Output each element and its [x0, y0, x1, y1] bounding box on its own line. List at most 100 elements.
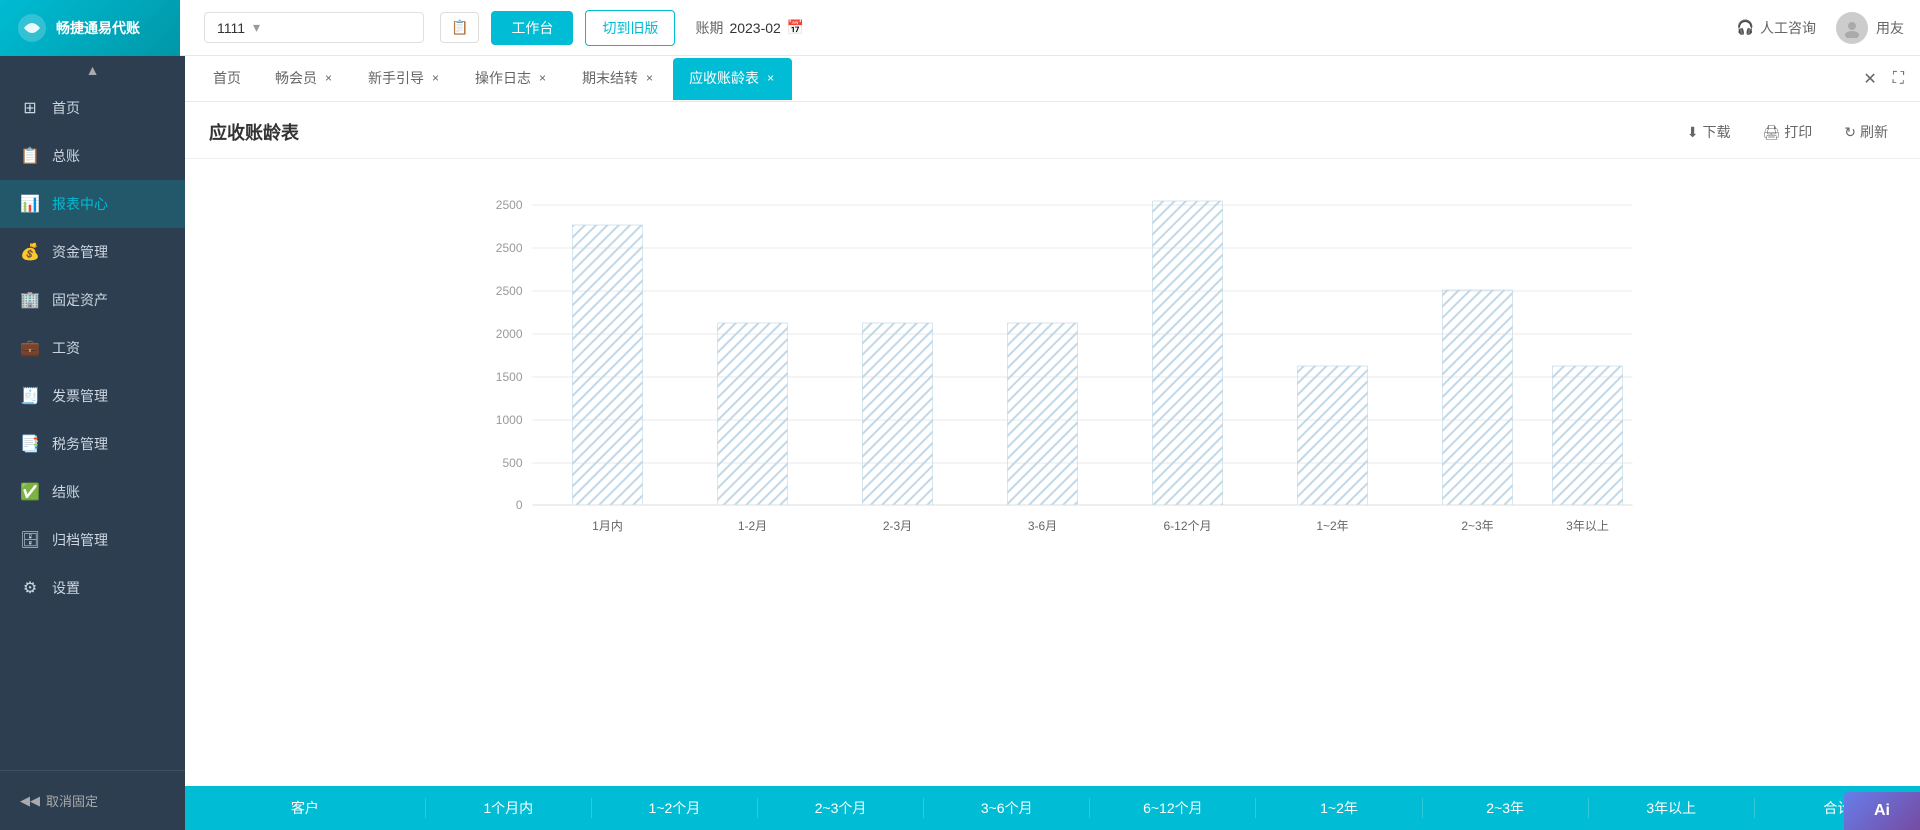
table-header-col-1: 1个月内 [426, 798, 592, 818]
archive-icon: 📋 [451, 19, 468, 36]
sidebar-item-home[interactable]: ⊞ 首页 [0, 84, 185, 132]
table-header-col-3: 2~3个月 [758, 798, 924, 818]
sidebar-label-settings: 设置 [52, 578, 80, 598]
table-header-col-6: 1~2年 [1256, 798, 1422, 818]
svg-text:2~3年: 2~3年 [1461, 519, 1493, 533]
sidebar-icon-archive: 🗄 [20, 530, 40, 550]
period-label: 账期 [695, 18, 723, 38]
svg-text:3年以上: 3年以上 [1566, 519, 1609, 533]
tab-oplog[interactable]: 操作日志× [459, 58, 564, 100]
table-header-col-2: 1~2个月 [592, 798, 758, 818]
old-version-button[interactable]: 切到旧版 [585, 10, 675, 46]
tabs-container: 首页畅会员×新手引导×操作日志×期末结转×应收账龄表× [197, 58, 1857, 100]
refresh-button[interactable]: ↻ 刷新 [1836, 118, 1896, 146]
table-header-col-5: 6~12个月 [1090, 798, 1256, 818]
sidebar-icon-funds: 💰 [20, 242, 40, 262]
svg-text:500: 500 [502, 456, 522, 470]
tab-label-member: 畅会员 [275, 68, 317, 88]
bar-2 [718, 323, 788, 505]
scroll-up-btn[interactable]: ▲ [0, 56, 185, 84]
avatar [1836, 12, 1868, 44]
download-button[interactable]: ⬇ 下载 [1679, 118, 1739, 146]
tab-guide[interactable]: 新手引导× [352, 58, 457, 100]
sidebar-item-assets[interactable]: 🏢固定资产 [0, 276, 185, 324]
bar-1 [573, 225, 643, 505]
download-icon: ⬇ [1687, 124, 1699, 141]
page-actions: ⬇ 下载 🖨 打印 ↻ 刷新 [1679, 118, 1896, 146]
bar-4 [1008, 323, 1078, 505]
tab-close-member[interactable]: × [323, 69, 334, 87]
unpin-label: 取消固定 [46, 791, 98, 810]
close-tab-button[interactable]: ✕ [1859, 65, 1880, 93]
sidebar-item-settings[interactable]: ⚙设置 [0, 564, 185, 612]
tab-closing[interactable]: 期末结转× [566, 58, 671, 100]
tab-close-aging[interactable]: × [765, 69, 776, 87]
sidebar: ▲ ⊞首页📋总账📊报表中心💰资金管理🏢固定资产💼工资🧾发票管理📑税务管理✅结账🗄… [0, 56, 185, 830]
tab-close-oplog[interactable]: × [537, 69, 548, 87]
sidebar-item-payroll[interactable]: 💼 工资 [0, 324, 185, 372]
sidebar-item-archive[interactable]: 🗄归档管理 [0, 516, 185, 564]
logo-icon [16, 12, 48, 44]
sidebar-label-payroll: 工资 [52, 338, 80, 358]
tab-home[interactable]: 首页 [197, 58, 257, 100]
sidebar-label-home: 首页 [52, 98, 80, 118]
page-title: 应收账龄表 [209, 119, 299, 145]
tab-actions: ✕ ⛶ [1859, 65, 1908, 93]
sidebar-item-tax[interactable]: 📑税务管理 [0, 420, 185, 468]
tab-label-aging: 应收账龄表 [689, 68, 759, 88]
headset-icon: 🎧 [1737, 19, 1754, 36]
sidebar-icon-payroll: 💼 [20, 338, 40, 358]
bar-3 [863, 323, 933, 505]
sidebar-icon-reports: 📊 [20, 194, 40, 214]
svg-text:2500: 2500 [496, 241, 523, 255]
ai-button[interactable]: Ai [1844, 792, 1920, 830]
svg-text:1-2月: 1-2月 [738, 519, 767, 533]
main-layout: ▲ ⊞首页📋总账📊报表中心💰资金管理🏢固定资产💼工资🧾发票管理📑税务管理✅结账🗄… [0, 56, 1920, 830]
svg-text:1月内: 1月内 [592, 519, 623, 533]
svg-text:1500: 1500 [496, 370, 523, 384]
sidebar-item-invoice[interactable]: 🧾发票管理 [0, 372, 185, 420]
top-header: 畅捷通易代账 1111 ▾ 📋 工作台 切到旧版 账期 2023-02 📅 🎧 … [0, 0, 1920, 56]
sidebar-item-ledger[interactable]: 📋 总账 [0, 132, 185, 180]
svg-text:1000: 1000 [496, 413, 523, 427]
sidebar-label-invoice: 发票管理 [52, 386, 108, 406]
logo-text: 畅捷通易代账 [56, 18, 140, 38]
pin-icon: ◀◀ [20, 793, 40, 809]
sidebar-item-settle[interactable]: ✅结账 [0, 468, 185, 516]
calendar-icon[interactable]: 📅 [787, 19, 804, 36]
chart-container: 2500 2500 2500 2000 1500 1000 500 0 [185, 159, 1920, 786]
sidebar-icon-ledger: 📋 [20, 146, 40, 166]
sidebar-label-reports: 报表中心 [52, 194, 108, 214]
bar-5 [1153, 201, 1223, 505]
company-selector[interactable]: 1111 ▾ [204, 12, 424, 43]
period-value: 2023-02 [729, 20, 780, 36]
tab-member[interactable]: 畅会员 × [259, 58, 350, 100]
sidebar-label-ledger: 总账 [52, 146, 80, 166]
tab-close-guide[interactable]: × [430, 69, 441, 87]
sidebar-bottom: ◀◀ 取消固定 [0, 770, 185, 830]
archive-icon-btn[interactable]: 📋 [440, 12, 479, 43]
tab-close-closing[interactable]: × [644, 69, 655, 87]
sidebar-icon-assets: 🏢 [20, 290, 40, 310]
table-header-col-0: 客户 [185, 798, 426, 818]
sidebar-icon-home: ⊞ [20, 98, 40, 118]
user-name: 用友 [1876, 18, 1904, 38]
unpin-button[interactable]: ◀◀ 取消固定 [0, 781, 185, 820]
sidebar-item-reports[interactable]: 📊 报表中心 [0, 180, 185, 228]
print-button[interactable]: 🖨 打印 [1754, 118, 1820, 146]
bar-chart: 2500 2500 2500 2000 1500 1000 500 0 [209, 175, 1896, 555]
svg-text:2-3月: 2-3月 [883, 519, 912, 533]
tab-bar: 首页畅会员×新手引导×操作日志×期末结转×应收账龄表× ✕ ⛶ [185, 56, 1920, 102]
sidebar-label-settle: 结账 [52, 482, 80, 502]
workbench-button[interactable]: 工作台 [491, 11, 573, 45]
sidebar-item-funds[interactable]: 💰资金管理 [0, 228, 185, 276]
svg-text:0: 0 [516, 498, 523, 512]
maximize-tab-button[interactable]: ⛶ [1889, 66, 1908, 92]
svg-text:2500: 2500 [496, 198, 523, 212]
page-content: 应收账龄表 ⬇ 下载 🖨 打印 ↻ 刷新 [185, 102, 1920, 830]
user-area[interactable]: 用友 [1836, 12, 1904, 44]
consultation-btn[interactable]: 🎧 人工咨询 [1737, 18, 1816, 38]
header-actions: 📋 工作台 切到旧版 账期 2023-02 📅 [440, 10, 804, 46]
svg-text:3-6月: 3-6月 [1028, 519, 1057, 533]
tab-aging[interactable]: 应收账龄表 × [673, 58, 792, 100]
